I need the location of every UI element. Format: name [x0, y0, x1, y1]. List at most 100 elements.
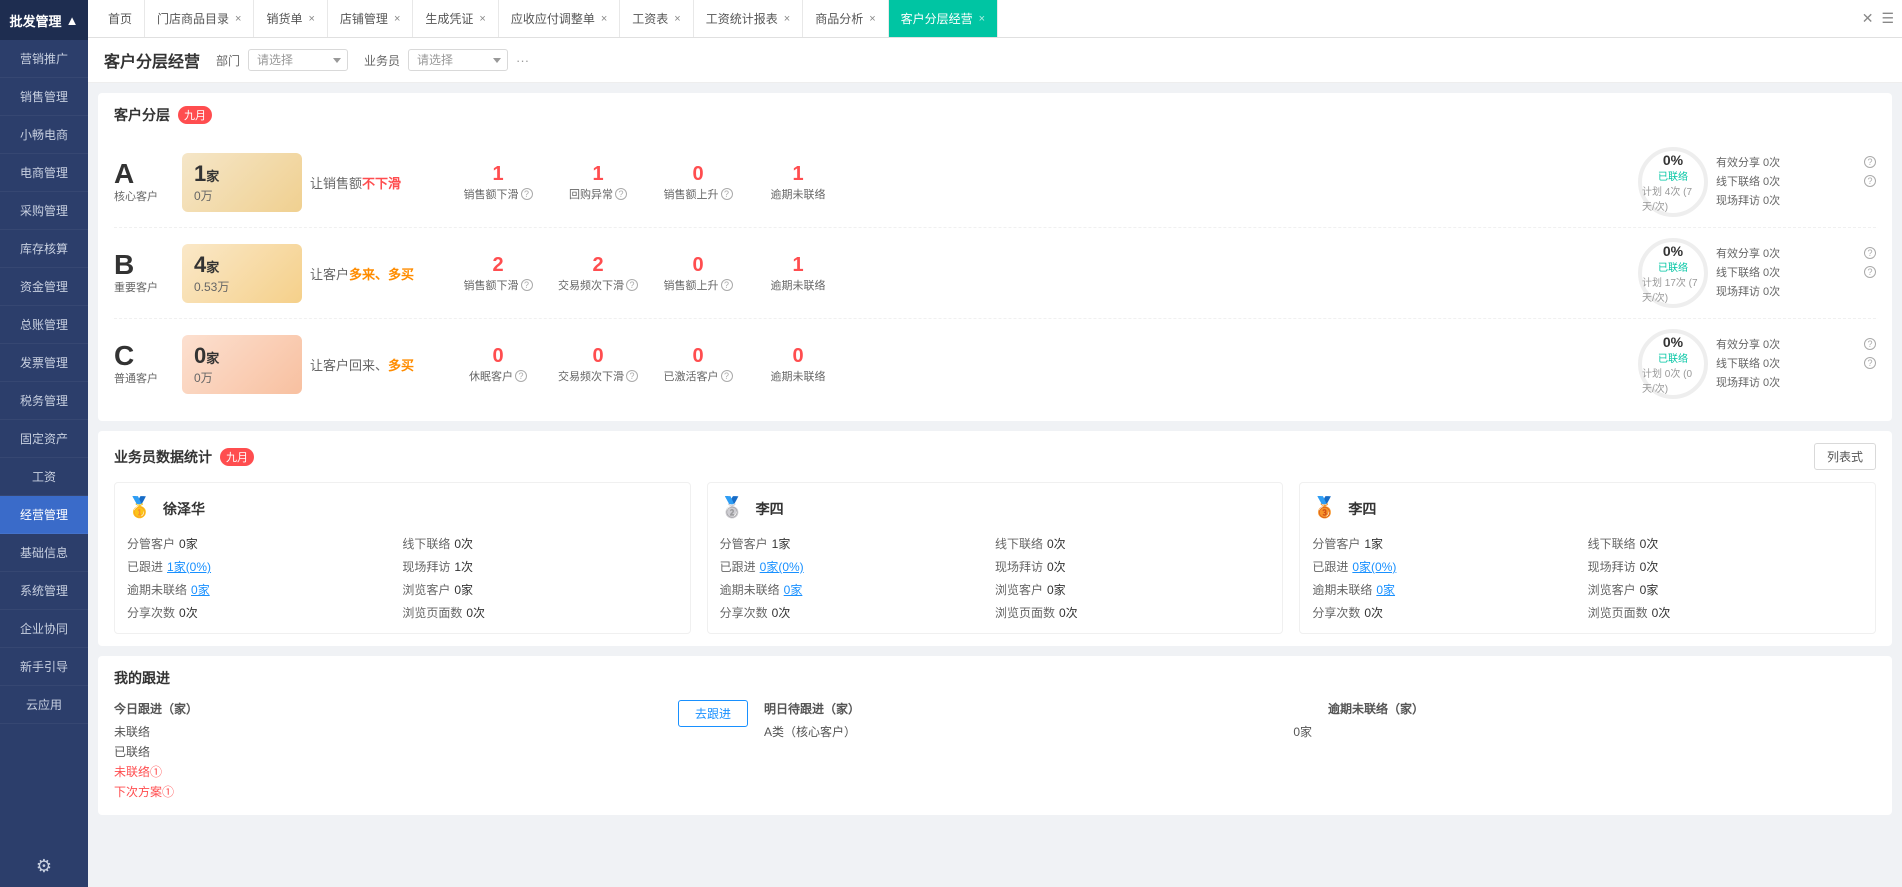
tier-stat-0-1[interactable]: 1回购异常? — [558, 163, 638, 202]
today-followup-title: 今日跟进（家） — [114, 700, 662, 717]
tab-salary_report[interactable]: 工资统计报表× — [694, 0, 803, 38]
tab-ar_adjust[interactable]: 应收应付调整单× — [499, 0, 620, 38]
sidebar-item-jingying[interactable]: 经营管理 — [0, 496, 88, 534]
staff-item-val[interactable]: 1家(0%) — [167, 558, 211, 575]
right-stat-info-icon[interactable]: ? — [1864, 175, 1876, 187]
tier-stat-0-3[interactable]: 1逾期未联络 — [758, 163, 838, 202]
sidebar-item-xitong[interactable]: 系统管理 — [0, 572, 88, 610]
tab-close-customer_tier[interactable]: × — [979, 13, 985, 25]
sidebar-item-gongzi[interactable]: 工资 — [0, 458, 88, 496]
sidebar-item-fapiao[interactable]: 发票管理 — [0, 344, 88, 382]
right-stat-info-icon[interactable]: ? — [1864, 156, 1876, 168]
sidebar-item-xiaoshou[interactable]: 销售管理 — [0, 78, 88, 116]
sidebar-item-caigou[interactable]: 采购管理 — [0, 192, 88, 230]
list-view-button[interactable]: 列表式 — [1814, 443, 1876, 470]
tab-close-store_mgmt[interactable]: × — [394, 13, 400, 25]
tab-product_analysis[interactable]: 商品分析× — [803, 0, 888, 38]
tab-close-ar_adjust[interactable]: × — [601, 13, 607, 25]
tier-stat-1-0[interactable]: 2销售额下滑? — [458, 254, 538, 293]
staff-item-1-4: 逾期未联络0家 — [720, 581, 995, 598]
sidebar-item-yingxiao[interactable]: 营销推广 — [0, 40, 88, 78]
tab-voucher[interactable]: 生成凭证× — [413, 0, 498, 38]
info-icon[interactable]: ? — [615, 188, 627, 200]
goto-followup-button[interactable]: 去跟进 — [678, 700, 748, 727]
right-stat-info-icon[interactable]: ? — [1864, 338, 1876, 350]
settings-icon[interactable]: ⚙ — [0, 846, 88, 887]
sidebar-expand-icon[interactable]: ▲ — [66, 13, 79, 28]
right-stat-info-icon[interactable]: ? — [1864, 357, 1876, 369]
today-row-4-label: 下次方案① — [114, 783, 174, 800]
sidebar-item-yun[interactable]: 云应用 — [0, 686, 88, 724]
tier-stat-1-1[interactable]: 2交易频次下滑? — [558, 254, 638, 293]
tab-close-all-icon[interactable]: ✕ — [1862, 10, 1874, 27]
staff-name-2: 李四 — [1348, 499, 1376, 519]
info-icon[interactable]: ? — [626, 279, 638, 291]
sidebar-item-zonzhang[interactable]: 总账管理 — [0, 306, 88, 344]
info-icon[interactable]: ? — [626, 370, 638, 382]
tier-circle-a: 0% 已联络 计划 4次 (7天/次) — [1638, 147, 1708, 217]
tab-bar: 首页门店商品目录×销货单×店铺管理×生成凭证×应收应付调整单×工资表×工资统计报… — [88, 0, 1902, 38]
sidebar-item-zijin[interactable]: 资金管理 — [0, 268, 88, 306]
tab-close-store_products[interactable]: × — [235, 13, 241, 25]
tier-count-box-a[interactable]: 1家0万 — [182, 153, 302, 212]
info-icon[interactable]: ? — [721, 188, 733, 200]
staff-item-val[interactable]: 0家(0%) — [760, 558, 804, 575]
info-icon[interactable]: ? — [515, 370, 527, 382]
tab-customer_tier[interactable]: 客户分层经营× — [889, 0, 998, 38]
tab-store_products[interactable]: 门店商品目录× — [145, 0, 254, 38]
staff-item-val[interactable]: 0家 — [1376, 581, 1395, 598]
tier-stat-2-3[interactable]: 0逾期未联络 — [758, 345, 838, 384]
staff-item-val[interactable]: 0家 — [191, 581, 210, 598]
staff-item-2-4: 逾期未联络0家 — [1312, 581, 1587, 598]
staff-item-2-7: 浏览页面数0次 — [1588, 604, 1863, 621]
tier-stat-2-0[interactable]: 0休眠客户? — [458, 345, 538, 384]
sidebar-item-xiaodian[interactable]: 小畅电商 — [0, 116, 88, 154]
sidebar-item-shuiwu[interactable]: 税务管理 — [0, 382, 88, 420]
more-dots[interactable]: ··· — [516, 53, 529, 68]
staff-item-val: 0次 — [1652, 604, 1671, 621]
tier-circle-c: 0% 已联络 计划 0次 (0天/次) — [1638, 329, 1708, 399]
sidebar-item-jichu[interactable]: 基础信息 — [0, 534, 88, 572]
tier-stat-2-1[interactable]: 0交易频次下滑? — [558, 345, 638, 384]
tier-right-stat-2-2: 现场拜访 0次 — [1716, 374, 1876, 390]
info-icon[interactable]: ? — [721, 279, 733, 291]
tab-store_mgmt[interactable]: 店铺管理× — [328, 0, 413, 38]
tier-stat-0-0[interactable]: 1销售额下滑? — [458, 163, 538, 202]
staff-item-val[interactable]: 0家 — [784, 581, 803, 598]
tier-stat-1-2[interactable]: 0销售额上升? — [658, 254, 738, 293]
tier-stat-0-2[interactable]: 0销售额上升? — [658, 163, 738, 202]
sidebar-item-xinshou[interactable]: 新手引导 — [0, 648, 88, 686]
staff-item-val[interactable]: 0家(0%) — [1352, 558, 1396, 575]
info-icon[interactable]: ? — [521, 279, 533, 291]
tab-close-salary[interactable]: × — [674, 13, 680, 25]
staff-item-label: 分管客户 — [1312, 535, 1360, 552]
tier-stat-num: 0 — [658, 163, 738, 186]
sidebar-item-gudingzichan[interactable]: 固定资产 — [0, 420, 88, 458]
staff-header-0: 🥇徐泽华 — [127, 495, 678, 523]
staff-item-0-5: 浏览客户0家 — [402, 581, 677, 598]
sidebar-item-qiye[interactable]: 企业协同 — [0, 610, 88, 648]
tab-home[interactable]: 首页 — [96, 0, 145, 38]
tab-menu-icon[interactable]: ☰ — [1881, 10, 1894, 27]
right-stat-info-icon[interactable]: ? — [1864, 266, 1876, 278]
tier-count-box-b[interactable]: 4家0.53万 — [182, 244, 302, 303]
tier-count-box-c[interactable]: 0家0万 — [182, 335, 302, 394]
tier-stat-label: 销售额上升? — [658, 186, 738, 202]
info-icon[interactable]: ? — [721, 370, 733, 382]
tier-stat-2-2[interactable]: 0已激活客户? — [658, 345, 738, 384]
tab-close-product_analysis[interactable]: × — [869, 13, 875, 25]
tab-close-voucher[interactable]: × — [479, 13, 485, 25]
sidebar-item-kucun[interactable]: 库存核算 — [0, 230, 88, 268]
dept-select[interactable]: 请选择 — [248, 49, 348, 71]
staff-select[interactable]: 请选择 — [408, 49, 508, 71]
tier-name: 重要客户 — [114, 279, 174, 295]
tier-right-stat-2-1: 线下联络 0次? — [1716, 355, 1876, 371]
info-icon[interactable]: ? — [521, 188, 533, 200]
tab-close-salary_report[interactable]: × — [784, 13, 790, 25]
sidebar-item-dianshang[interactable]: 电商管理 — [0, 154, 88, 192]
tab-salary[interactable]: 工资表× — [620, 0, 693, 38]
right-stat-info-icon[interactable]: ? — [1864, 247, 1876, 259]
tab-close-sales_order[interactable]: × — [308, 13, 314, 25]
tab-sales_order[interactable]: 销货单× — [254, 0, 327, 38]
tier-stat-1-3[interactable]: 1逾期未联络 — [758, 254, 838, 293]
